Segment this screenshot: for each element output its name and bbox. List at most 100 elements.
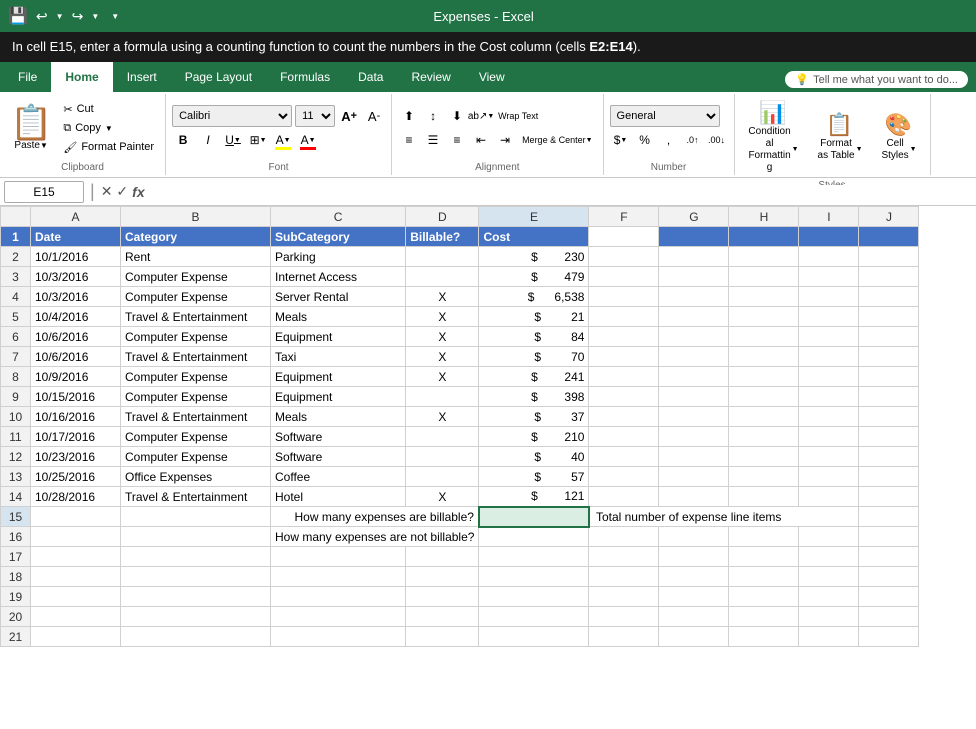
cell-styles-button[interactable]: 🎨 Cell Styles ▼	[874, 108, 924, 166]
cell-j13[interactable]	[859, 467, 919, 487]
indent-inc-button[interactable]: ⇥	[494, 129, 516, 151]
comma-button[interactable]: ,	[658, 129, 680, 151]
cell-b3[interactable]: Computer Expense	[121, 267, 271, 287]
percent-button[interactable]: %	[634, 129, 656, 151]
cell-h2[interactable]	[729, 247, 799, 267]
tab-page-layout[interactable]: Page Layout	[171, 62, 266, 92]
col-f-header[interactable]: F	[589, 207, 659, 227]
fill-color-button[interactable]: A ▼	[272, 129, 294, 151]
cell-h16[interactable]	[729, 527, 799, 547]
cell-a19[interactable]	[31, 587, 121, 607]
cell-g1[interactable]	[659, 227, 729, 247]
cell-d7[interactable]: X	[406, 347, 479, 367]
cell-j12[interactable]	[859, 447, 919, 467]
cell-b1[interactable]: Category	[121, 227, 271, 247]
paste-button[interactable]: 📋 Paste ▼	[6, 104, 56, 153]
cell-d9[interactable]	[406, 387, 479, 407]
cell-c12[interactable]: Software	[271, 447, 406, 467]
paste-dropdown[interactable]: ▼	[40, 141, 48, 150]
cell-b5[interactable]: Travel & Entertainment	[121, 307, 271, 327]
cell-e5[interactable]: $ 21	[479, 307, 589, 327]
cell-g9[interactable]	[659, 387, 729, 407]
cell-h3[interactable]	[729, 267, 799, 287]
tell-me-input[interactable]: 💡 Tell me what you want to do...	[785, 71, 968, 88]
cell-b13[interactable]: Office Expenses	[121, 467, 271, 487]
cell-i10[interactable]	[799, 407, 859, 427]
cell-i2[interactable]	[799, 247, 859, 267]
cell-f13[interactable]	[589, 467, 659, 487]
cut-button[interactable]: ✂ Cut	[58, 101, 159, 118]
cell-b10[interactable]: Travel & Entertainment	[121, 407, 271, 427]
cell-d4[interactable]: X	[406, 287, 479, 307]
col-b-header[interactable]: B	[121, 207, 271, 227]
cell-j5[interactable]	[859, 307, 919, 327]
redo-icon[interactable]: ↪	[72, 8, 84, 25]
cell-i3[interactable]	[799, 267, 859, 287]
cell-g5[interactable]	[659, 307, 729, 327]
function-icon[interactable]: fx	[132, 184, 144, 200]
cell-a18[interactable]	[31, 567, 121, 587]
cell-h6[interactable]	[729, 327, 799, 347]
font-color-button[interactable]: A ▼	[297, 129, 319, 151]
tab-data[interactable]: Data	[344, 62, 397, 92]
cell-f5[interactable]	[589, 307, 659, 327]
cell-h9[interactable]	[729, 387, 799, 407]
font-color-dropdown[interactable]: ▼	[309, 137, 316, 144]
col-i-header[interactable]: I	[799, 207, 859, 227]
col-h-header[interactable]: H	[729, 207, 799, 227]
col-a-header[interactable]: A	[31, 207, 121, 227]
cell-g2[interactable]	[659, 247, 729, 267]
cell-j1[interactable]	[859, 227, 919, 247]
cell-c8[interactable]: Equipment	[271, 367, 406, 387]
cell-i1[interactable]	[799, 227, 859, 247]
cell-i4[interactable]	[799, 287, 859, 307]
row-4-header[interactable]: 4	[1, 287, 31, 307]
cell-a16[interactable]	[31, 527, 121, 547]
row-13-header[interactable]: 13	[1, 467, 31, 487]
cell-c5[interactable]: Meals	[271, 307, 406, 327]
cell-a4[interactable]: 10/3/2016	[31, 287, 121, 307]
cell-b9[interactable]: Computer Expense	[121, 387, 271, 407]
cancel-icon[interactable]: ✕	[101, 183, 113, 200]
merge-dropdown[interactable]: ▼	[586, 137, 593, 144]
cell-c16[interactable]: How many expenses are not billable?	[271, 527, 479, 547]
align-middle-button[interactable]: ↕	[422, 105, 444, 127]
align-center-button[interactable]: ☰	[422, 129, 444, 151]
cell-f9[interactable]	[589, 387, 659, 407]
cell-a1[interactable]: Date	[31, 227, 121, 247]
name-box[interactable]	[4, 181, 84, 203]
row-21-header[interactable]: 21	[1, 627, 31, 647]
tab-review[interactable]: Review	[397, 62, 464, 92]
cell-b11[interactable]: Computer Expense	[121, 427, 271, 447]
save-icon[interactable]: 💾	[8, 6, 28, 26]
tab-view[interactable]: View	[465, 62, 519, 92]
fill-color-dropdown[interactable]: ▼	[284, 137, 291, 144]
tab-file[interactable]: File	[4, 62, 51, 92]
merge-center-button[interactable]: Merge & Center ▼	[518, 129, 596, 151]
cell-i9[interactable]	[799, 387, 859, 407]
align-bottom-button[interactable]: ⬇	[446, 105, 468, 127]
cell-j11[interactable]	[859, 427, 919, 447]
cell-c15[interactable]: How many expenses are billable?	[271, 507, 479, 527]
cell-d5[interactable]: X	[406, 307, 479, 327]
cell-a11[interactable]: 10/17/2016	[31, 427, 121, 447]
cell-i8[interactable]	[799, 367, 859, 387]
cell-e16[interactable]	[479, 527, 589, 547]
cell-i14[interactable]	[799, 487, 859, 507]
cell-c14[interactable]: Hotel	[271, 487, 406, 507]
cell-b12[interactable]: Computer Expense	[121, 447, 271, 467]
col-e-header[interactable]: E	[479, 207, 589, 227]
cell-i5[interactable]	[799, 307, 859, 327]
italic-button[interactable]: I	[197, 129, 219, 151]
cell-a6[interactable]: 10/6/2016	[31, 327, 121, 347]
bold-button[interactable]: B	[172, 129, 194, 151]
cell-e1[interactable]: Cost	[479, 227, 589, 247]
cell-c11[interactable]: Software	[271, 427, 406, 447]
format-table-button[interactable]: 📋 Format as Table ▼	[810, 108, 870, 166]
cell-h8[interactable]	[729, 367, 799, 387]
cell-f11[interactable]	[589, 427, 659, 447]
cell-f12[interactable]	[589, 447, 659, 467]
row-18-header[interactable]: 18	[1, 567, 31, 587]
cell-g13[interactable]	[659, 467, 729, 487]
cell-e14[interactable]: $ 121	[479, 487, 589, 507]
